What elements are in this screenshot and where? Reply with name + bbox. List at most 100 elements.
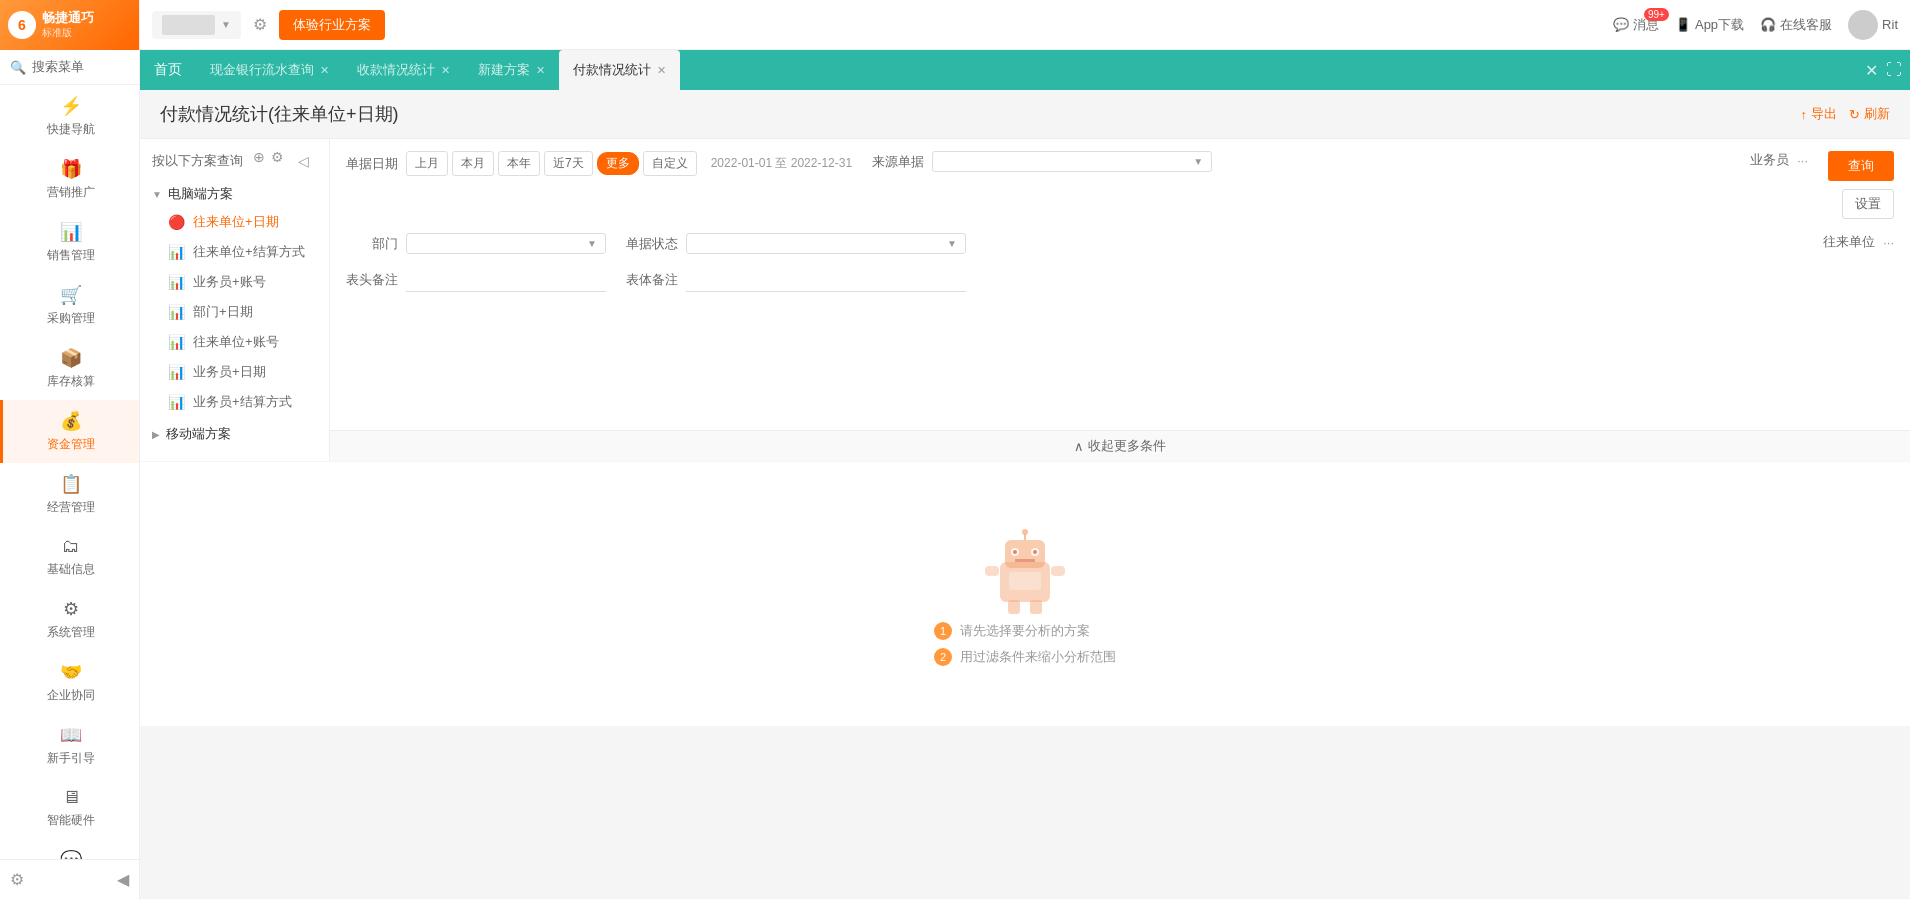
sidebar-item-wechat[interactable]: 💬 企业微信 — [0, 839, 139, 859]
tab-new-plan[interactable]: 新建方案 ✕ — [464, 50, 559, 90]
sidebar-item-hardware[interactable]: 🖥 智能硬件 — [0, 777, 139, 839]
export-icon: ↑ — [1801, 107, 1808, 122]
hint-1-text: 请先选择要分析的方案 — [960, 622, 1090, 640]
scheme-item-counterpart-payment[interactable]: 📊 往来单位+结算方式 — [140, 237, 329, 267]
user-name: Rit — [1882, 17, 1898, 32]
sidebar-item-basic[interactable]: 🗂 基础信息 — [0, 526, 139, 588]
date-this-month-btn[interactable]: 本月 — [452, 151, 494, 176]
tab-payment[interactable]: 付款情况统计 ✕ — [559, 50, 680, 90]
date-last-month-btn[interactable]: 上月 — [406, 151, 448, 176]
settings-footer-icon[interactable]: ⚙ — [10, 870, 24, 889]
tab-home[interactable]: 首页 — [140, 50, 196, 90]
sidebar-item-finance[interactable]: 💰 资金管理 — [0, 400, 139, 463]
counterpart-dots[interactable]: ··· — [1883, 235, 1894, 250]
tab-expand-icon[interactable]: ⛶ — [1886, 61, 1902, 79]
page-header-actions: ↑ 导出 ↻ 刷新 — [1801, 105, 1891, 123]
sidebar-item-purchase[interactable]: 🛒 采购管理 — [0, 274, 139, 337]
filter-row-3: 表头备注 表体备注 — [346, 268, 1894, 292]
date-more-btn[interactable]: 更多 — [597, 152, 639, 175]
app-logo: 6 — [8, 11, 36, 39]
scheme-item-salesperson-payment[interactable]: 📊 业务员+结算方式 — [140, 387, 329, 417]
tab-collection-close-icon[interactable]: ✕ — [441, 64, 450, 77]
scheme-item-salesperson-account-label: 业务员+账号 — [193, 273, 266, 291]
source-label: 来源单据 — [872, 153, 924, 171]
salesperson-dots[interactable]: ··· — [1797, 153, 1808, 168]
settings-btn[interactable]: 设置 — [1842, 189, 1894, 219]
sidebar-item-purchase-label: 采购管理 — [47, 310, 95, 327]
collapse-sidebar-icon[interactable]: ◀ — [117, 870, 129, 889]
collapse-more-btn[interactable]: ∧ 收起更多条件 — [330, 430, 1910, 461]
tab-close-all-icon[interactable]: ✕ — [1865, 61, 1878, 80]
table-header-input[interactable] — [406, 268, 606, 292]
sidebar-item-inventory[interactable]: 📦 库存核算 — [0, 337, 139, 400]
tab-payment-close-icon[interactable]: ✕ — [657, 64, 666, 77]
inventory-icon: 📦 — [60, 347, 82, 369]
hint-1-number: 1 — [934, 622, 952, 640]
app-download-action[interactable]: 📱 App下载 — [1675, 16, 1744, 34]
refresh-btn[interactable]: ↻ 刷新 — [1849, 105, 1890, 123]
filter-counterpart-item: 往来单位 ··· — [1823, 233, 1894, 251]
date-7days-btn[interactable]: 近7天 — [544, 151, 593, 176]
sidebar-item-collab[interactable]: 🤝 企业协同 — [0, 651, 139, 714]
scheme-section-mobile-header[interactable]: ▶ 移动端方案 — [140, 421, 329, 447]
tab-new-plan-close-icon[interactable]: ✕ — [536, 64, 545, 77]
online-service-icon: 🎧 — [1760, 17, 1776, 32]
sidebar-item-guide-label: 新手引导 — [47, 750, 95, 767]
scheme-item-salesperson-account[interactable]: 📊 业务员+账号 — [140, 267, 329, 297]
message-action[interactable]: 💬 消息 99+ — [1613, 16, 1659, 34]
scheme-settings-icon[interactable]: ⚙ — [271, 149, 284, 173]
operations-icon: 📋 — [60, 473, 82, 495]
scheme-item-chart-icon-5: 📊 — [168, 364, 185, 380]
collapse-more-icon: ∧ — [1074, 439, 1084, 454]
tab-bank-label: 现金银行流水查询 — [210, 61, 314, 79]
sidebar-item-quicknav[interactable]: ⚡ 快捷导航 — [0, 85, 139, 148]
settings-gear-icon[interactable]: ⚙ — [253, 15, 267, 34]
filter-row-2: 部门 ▼ 单据状态 ▼ — [346, 233, 1894, 254]
scheme-section-pc: ▼ 电脑端方案 🔴 往来单位+日期 📊 往来单位+结算方式 📊 业务员+账号 — [140, 181, 329, 417]
system-icon: ⚙ — [63, 598, 79, 620]
scheme-add-icon[interactable]: ⊕ — [253, 149, 265, 173]
user-avatar-group[interactable]: Rit — [1848, 10, 1898, 40]
scheme-item-salesperson-date[interactable]: 📊 业务员+日期 — [140, 357, 329, 387]
filter-table-body-item: 表体备注 — [626, 268, 966, 292]
salesperson-label: 业务员 — [1737, 151, 1789, 169]
scheme-collapse-icon[interactable]: ◁ — [290, 149, 317, 173]
sidebar-item-sales[interactable]: 📊 销售管理 — [0, 211, 139, 274]
topbar: ▼ ⚙ 体验行业方案 💬 消息 99+ 📱 App下载 🎧 在线客服 Rit — [140, 0, 1910, 50]
online-service-action[interactable]: 🎧 在线客服 — [1760, 16, 1832, 34]
scheme-item-counterpart-date-label: 往来单位+日期 — [193, 213, 279, 231]
scheme-section-mobile: ▶ 移动端方案 — [140, 421, 329, 447]
search-menu[interactable]: 🔍 搜索菜单 — [0, 50, 139, 85]
scheme-sidebar-actions: ⊕ ⚙ ◁ — [253, 149, 317, 173]
svg-point-7 — [1022, 529, 1028, 535]
export-btn[interactable]: ↑ 导出 — [1801, 105, 1838, 123]
account-name — [162, 15, 215, 35]
scheme-item-counterpart-date[interactable]: 🔴 往来单位+日期 — [140, 207, 329, 237]
source-select[interactable]: ▼ — [932, 151, 1212, 172]
tab-collection[interactable]: 收款情况统计 ✕ — [343, 50, 464, 90]
scheme-item-dept-date[interactable]: 📊 部门+日期 — [140, 297, 329, 327]
sidebar-item-system[interactable]: ⚙ 系统管理 — [0, 588, 139, 651]
date-this-year-btn[interactable]: 本年 — [498, 151, 540, 176]
dept-select[interactable]: ▼ — [406, 233, 606, 254]
sidebar-item-operations[interactable]: 📋 经营管理 — [0, 463, 139, 526]
tab-bank-close-icon[interactable]: ✕ — [320, 64, 329, 77]
table-body-input[interactable] — [686, 268, 966, 292]
app-edition: 标准版 — [42, 26, 94, 40]
sidebar-item-operations-label: 经营管理 — [47, 499, 95, 516]
search-menu-label: 搜索菜单 — [32, 58, 84, 76]
message-badge: 99+ — [1644, 8, 1669, 21]
account-selector[interactable]: ▼ — [152, 11, 241, 39]
tab-bank[interactable]: 现金银行流水查询 ✕ — [196, 50, 343, 90]
date-custom-btn[interactable]: 自定义 — [643, 151, 697, 176]
sidebar-item-guide[interactable]: 📖 新手引导 — [0, 714, 139, 777]
trial-btn[interactable]: 体验行业方案 — [279, 10, 385, 40]
scheme-item-chart-icon-4: 📊 — [168, 334, 185, 350]
collapse-more-label: 收起更多条件 — [1088, 437, 1166, 455]
scheme-item-counterpart-account[interactable]: 📊 往来单位+账号 — [140, 327, 329, 357]
purchase-icon: 🛒 — [60, 284, 82, 306]
query-btn[interactable]: 查询 — [1828, 151, 1894, 181]
status-select[interactable]: ▼ — [686, 233, 966, 254]
scheme-section-pc-header[interactable]: ▼ 电脑端方案 — [140, 181, 329, 207]
sidebar-item-marketing[interactable]: 🎁 营销推广 — [0, 148, 139, 211]
